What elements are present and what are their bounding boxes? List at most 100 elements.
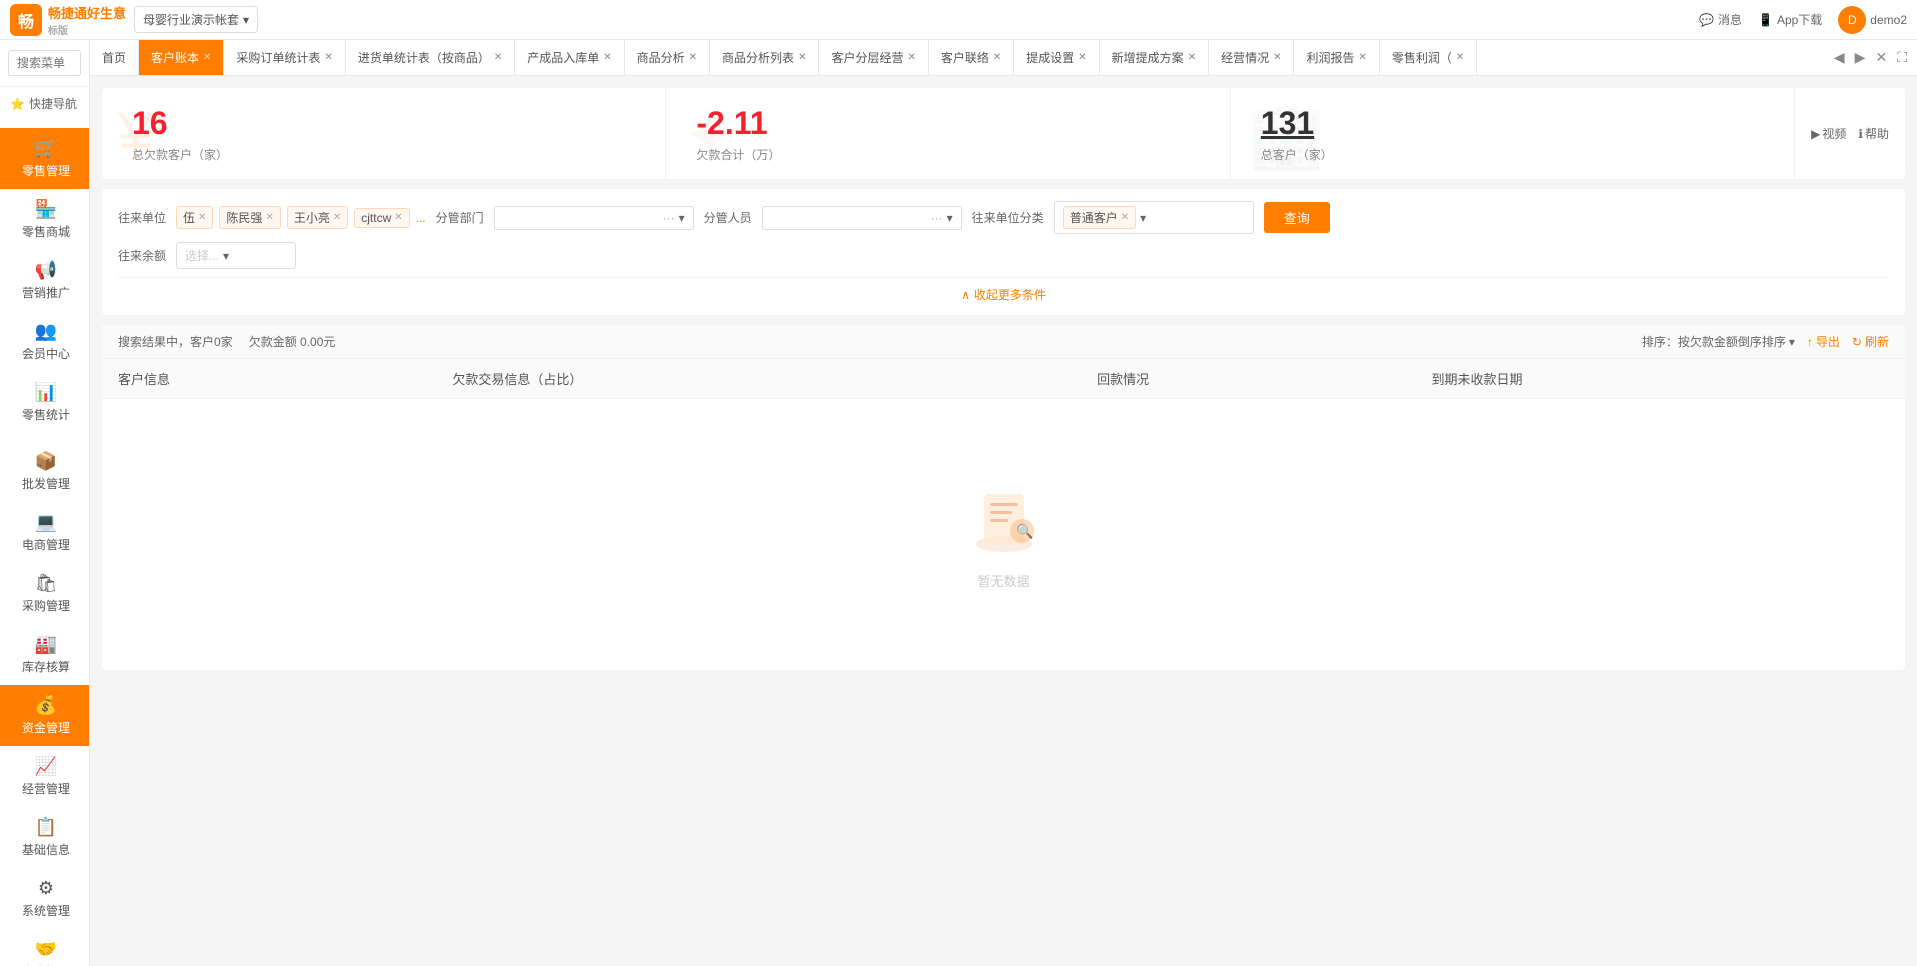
remove-tag-chen[interactable]: ✕ <box>265 212 273 223</box>
app-download-btn[interactable]: 📱 App下载 <box>1758 11 1822 28</box>
sort-select[interactable]: 排序：按欠款金额倒序排序 ▾ <box>1642 333 1795 350</box>
remove-tag-wang[interactable]: ✕ <box>333 212 341 223</box>
top-right-actions: ▶ 视频 ℹ 帮助 <box>1795 88 1905 179</box>
stat-label-debt: 欠款合计（万） <box>696 146 780 163</box>
tab-next-btn[interactable]: ▶ <box>1853 47 1868 68</box>
sidebar-item-marketing[interactable]: 📢 营销推广 <box>0 250 89 311</box>
tab-close-icon[interactable]: ✕ <box>324 52 332 63</box>
sidebar-item-operation-mgmt[interactable]: 📈 经营管理 <box>0 746 89 807</box>
tab-close-icon[interactable]: ✕ <box>1456 52 1464 63</box>
sidebar-item-label: 采购管理 <box>22 597 70 614</box>
chevron-down-icon: ▾ <box>243 13 249 27</box>
tab-stock-stats[interactable]: 进货单统计表（按商品） ✕ <box>346 40 515 76</box>
dept-dots: ··· <box>663 211 675 225</box>
tab-controls: ◀ ▶ ✕ ⛶ <box>1824 47 1917 68</box>
search-result-text: 搜索结果中，客户0家 <box>118 333 233 350</box>
tab-close-icon[interactable]: ✕ <box>993 52 1001 63</box>
tab-close-icon[interactable]: ✕ <box>603 52 611 63</box>
sidebar-item-inventory[interactable]: 🏭 库存核算 <box>0 624 89 685</box>
top-bar: 畅 畅捷通好生意 标版 母婴行业演示帐套 ▾ 💬 消息 📱 App下载 D de… <box>0 0 1917 40</box>
tab-profit-report[interactable]: 利润报告 ✕ <box>1294 40 1379 76</box>
tab-product-instock[interactable]: 产成品入库单 ✕ <box>515 40 624 76</box>
category-select[interactable]: 普通客户 ✕ ▾ <box>1054 201 1254 234</box>
sidebar-item-member-center[interactable]: 👥 会员中心 <box>0 311 89 372</box>
export-btn[interactable]: ↑ 导出 <box>1807 333 1840 350</box>
sidebar-item-retail-stats[interactable]: 📊 零售统计 <box>0 372 89 433</box>
tab-purchase-order-stats[interactable]: 采购订单统计表 ✕ <box>224 40 345 76</box>
dept-select[interactable]: ··· ▾ <box>494 206 694 230</box>
wholesale-mgmt-icon: 📦 <box>35 451 57 472</box>
more-tags-btn[interactable]: ... <box>416 211 426 225</box>
sidebar: ⭐ 快捷导航 🛒 零售管理 🏪 零售商城 📢 营销推广 👥 会员中心 📊 零售统… <box>0 40 90 966</box>
tab-retail-profit[interactable]: 零售利润（ ✕ <box>1380 40 1477 76</box>
play-icon: ▶ <box>1811 127 1820 141</box>
svg-text:🔍: 🔍 <box>1016 522 1033 540</box>
tab-close-icon[interactable]: ✕ <box>1273 52 1281 63</box>
sidebar-item-label: 零售管理 <box>22 162 70 179</box>
tab-customer-contact[interactable]: 客户联络 ✕ <box>929 40 1014 76</box>
person-select[interactable]: ··· ▾ <box>762 206 962 230</box>
tab-fullscreen-btn[interactable]: ⛶ <box>1895 47 1909 68</box>
filter-row-2: 往来余额 选择... ▾ <box>118 242 1889 269</box>
remove-tag-cjttcw[interactable]: ✕ <box>394 212 402 223</box>
tab-operation-situation[interactable]: 经营情况 ✕ <box>1209 40 1294 76</box>
tab-close-icon[interactable]: ✕ <box>1188 52 1196 63</box>
tab-close-icon[interactable]: ✕ <box>689 52 697 63</box>
remove-tag-wu[interactable]: ✕ <box>198 212 206 223</box>
sidebar-search-area <box>0 40 89 87</box>
user-area[interactable]: D demo2 <box>1838 6 1907 34</box>
sidebar-item-label: 营销推广 <box>22 284 70 301</box>
sidebar-item-basic-info[interactable]: 📋 基础信息 <box>0 807 89 868</box>
sidebar-item-finance-mgmt[interactable]: 💰 资金管理 <box>0 685 89 746</box>
refresh-icon: ↻ <box>1852 335 1862 349</box>
tab-promotion-settings[interactable]: 提成设置 ✕ <box>1014 40 1099 76</box>
category-tag: 普通客户 ✕ <box>1063 206 1136 229</box>
query-button[interactable]: 查询 <box>1264 202 1330 233</box>
tab-close-icon[interactable]: ✕ <box>494 52 502 63</box>
sidebar-item-purchase-mgmt[interactable]: 🛍 采购管理 <box>0 563 89 624</box>
purchase-mgmt-icon: 🛍 <box>35 573 58 594</box>
top-bar-right: 💬 消息 📱 App下载 D demo2 <box>1699 6 1907 34</box>
col-debt-info: 欠款交易信息（占比） <box>436 359 1081 399</box>
search-input[interactable] <box>8 50 81 76</box>
chevron-down-icon: ▾ <box>223 249 229 263</box>
sidebar-item-enterprise-coop[interactable]: 🤝 企业协同 <box>0 929 89 966</box>
tab-close-icon[interactable]: ✕ <box>203 52 211 63</box>
tab-close-icon[interactable]: ✕ <box>1359 52 1367 63</box>
balance-select[interactable]: 选择... ▾ <box>176 242 296 269</box>
refresh-btn[interactable]: ↻ 刷新 <box>1852 333 1889 350</box>
sidebar-item-label: 系统管理 <box>22 902 70 919</box>
company-select[interactable]: 母婴行业演示帐套 ▾ <box>134 6 258 33</box>
tab-product-analysis-list[interactable]: 商品分析列表 ✕ <box>710 40 819 76</box>
help-icon: ℹ <box>1858 127 1863 141</box>
tab-close-icon[interactable]: ✕ <box>798 52 806 63</box>
help-link[interactable]: ℹ 帮助 <box>1858 125 1889 142</box>
message-btn[interactable]: 💬 消息 <box>1699 11 1742 28</box>
tab-close-all-btn[interactable]: ✕ <box>1873 47 1889 68</box>
sidebar-item-wholesale-mgmt[interactable]: 📦 批发管理 <box>0 441 89 502</box>
quick-nav[interactable]: ⭐ 快捷导航 <box>0 87 89 120</box>
stat-info-1: 16 总欠款客户（家） <box>122 104 228 163</box>
video-link[interactable]: ▶ 视频 <box>1811 125 1846 142</box>
tab-prev-btn[interactable]: ◀ <box>1832 47 1847 68</box>
sidebar-item-ecommerce-mgmt[interactable]: 💻 电商管理 <box>0 502 89 563</box>
tab-customer-account[interactable]: 客户账本 ✕ <box>139 40 224 76</box>
remove-category-tag[interactable]: ✕ <box>1121 212 1129 223</box>
sidebar-item-retail-mgmt[interactable]: 🛒 零售管理 <box>0 128 89 189</box>
filter-area: 往来单位 伍 ✕ 陈民强 ✕ 王小亮 ✕ <box>102 189 1905 315</box>
tab-close-icon[interactable]: ✕ <box>1078 52 1086 63</box>
sidebar-item-sys-mgmt[interactable]: ⚙ 系统管理 <box>0 868 89 929</box>
retail-mgmt-icon: 🛒 <box>35 138 57 159</box>
tab-product-analysis[interactable]: 商品分析 ✕ <box>625 40 710 76</box>
sidebar-item-retail-mall[interactable]: 🏪 零售商城 <box>0 189 89 250</box>
filter-tag-cjttcw: cjttcw ✕ <box>354 208 409 228</box>
logo-text: 畅捷通好生意 标版 <box>48 3 126 37</box>
dept-label: 分管部门 <box>436 209 484 226</box>
tab-close-icon[interactable]: ✕ <box>907 52 915 63</box>
collapse-btn[interactable]: ∧ 收起更多条件 <box>961 286 1046 303</box>
company-unit-tags: 伍 ✕ 陈民强 ✕ 王小亮 ✕ cjttcw ✕ <box>176 206 426 229</box>
tab-customer-segment[interactable]: 客户分层经营 ✕ <box>819 40 928 76</box>
tab-new-promotion-plan[interactable]: 新增提成方案 ✕ <box>1100 40 1209 76</box>
sidebar-item-label: 库存核算 <box>22 658 70 675</box>
tab-home[interactable]: 首页 <box>90 40 139 76</box>
